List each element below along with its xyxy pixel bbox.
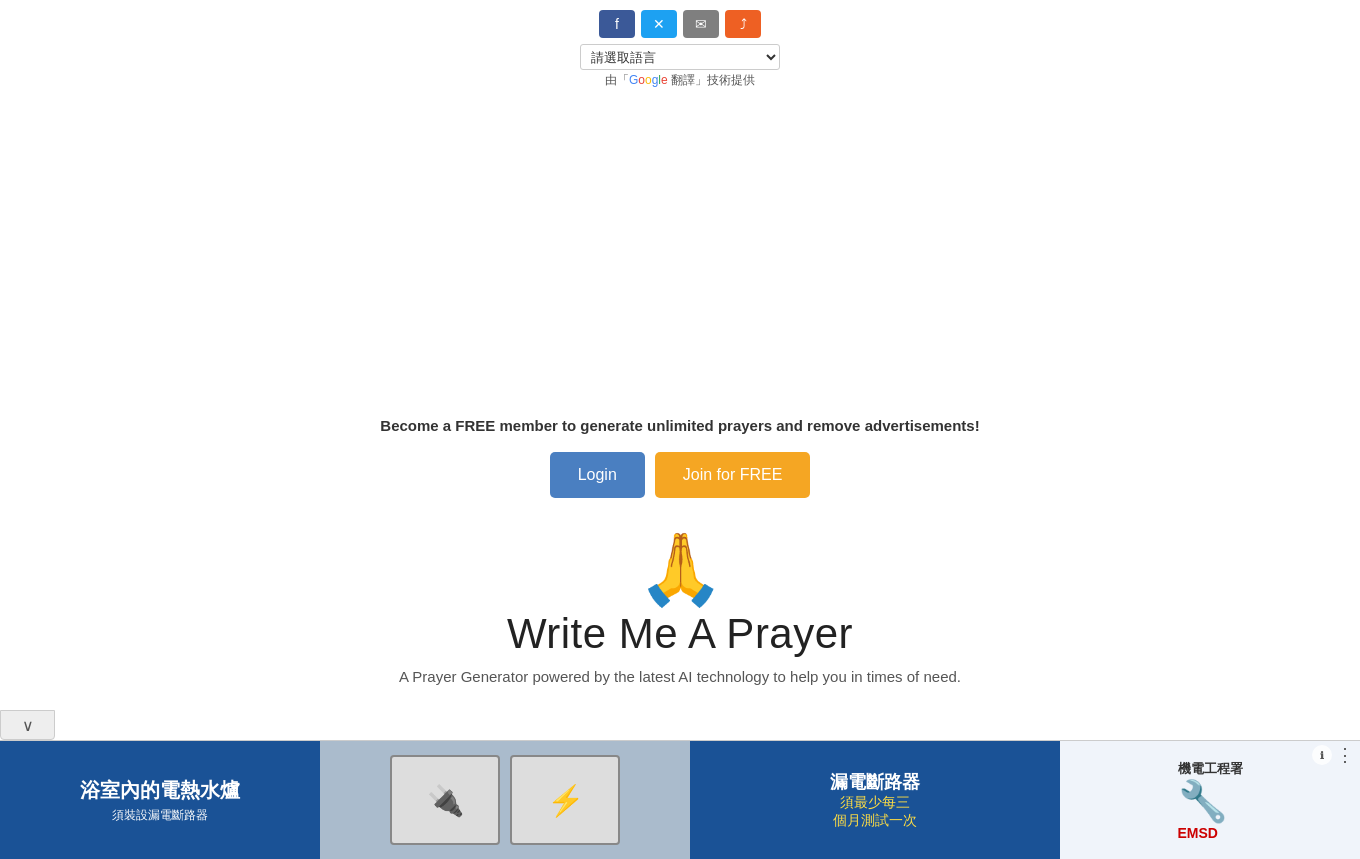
ad-gray-segment: 🔌 ⚡ bbox=[320, 741, 690, 859]
ad-left-segment: 浴室內的電熱水爐 須裝設漏電斷路器 bbox=[0, 741, 320, 859]
membership-section: Become a FREE member to generate unlimit… bbox=[0, 397, 1360, 514]
ad-left-sub: 須裝設漏電斷路器 bbox=[112, 807, 208, 824]
ad-left-line1: 浴室內的電熱水爐 bbox=[80, 779, 240, 801]
ad-right-sub1: 須最少每三 bbox=[840, 794, 910, 812]
credit-prefix: 由「 bbox=[605, 73, 629, 87]
language-select[interactable]: 請選取語言 bbox=[580, 44, 780, 70]
share-icon: ⤴ bbox=[740, 16, 747, 32]
heater-device-illustration: 🔌 bbox=[390, 755, 500, 845]
chevron-down-icon: ∨ bbox=[22, 716, 34, 735]
ad-left-line2: 須裝設漏電斷路器 bbox=[112, 808, 208, 822]
ad-dark-blue-segment: 漏電斷路器 須最少每三 個月測試一次 bbox=[690, 741, 1060, 859]
join-button[interactable]: Join for FREE bbox=[655, 452, 811, 498]
top-ad-area bbox=[0, 97, 1360, 397]
ad-brand-name: 機電工程署 bbox=[1178, 760, 1243, 778]
ad-brand-short: EMSD bbox=[1178, 825, 1243, 841]
twitter-icon: ✕ bbox=[653, 16, 665, 32]
ad-left-main: 浴室內的電熱水爐 bbox=[80, 777, 240, 803]
adchoices-icon[interactable]: ℹ bbox=[1312, 745, 1332, 765]
translate-credit: 由「Google 翻譯」技術提供 bbox=[605, 72, 755, 89]
prayer-section: 🙏 Write Me A Prayer A Prayer Generator p… bbox=[0, 514, 1360, 695]
prayer-emoji: 🙏 bbox=[0, 534, 1360, 604]
facebook-share-button[interactable]: f bbox=[599, 10, 635, 38]
email-share-button[interactable]: ✉ bbox=[683, 10, 719, 38]
ad-brand-container: 機電工程署 🔧 EMSD bbox=[1178, 760, 1243, 841]
email-icon: ✉ bbox=[695, 16, 707, 32]
facebook-icon: f bbox=[615, 16, 619, 32]
translate-bar: 請選取語言 由「Google 翻譯」技術提供 bbox=[0, 44, 1360, 97]
twitter-share-button[interactable]: ✕ bbox=[641, 10, 677, 38]
prayer-title: Write Me A Prayer bbox=[0, 610, 1360, 658]
social-share-bar: f ✕ ✉ ⤴ bbox=[0, 0, 1360, 44]
sharethis-button[interactable]: ⤴ bbox=[725, 10, 761, 38]
adchoices-more-icon[interactable]: ⋮ bbox=[1336, 745, 1354, 765]
collapse-button[interactable]: ∨ bbox=[0, 710, 55, 740]
panel-device-illustration: ⚡ bbox=[510, 755, 620, 845]
membership-prompt: Become a FREE member to generate unlimit… bbox=[0, 417, 1360, 434]
membership-buttons: Login Join for FREE bbox=[0, 452, 1360, 498]
login-button[interactable]: Login bbox=[550, 452, 645, 498]
bottom-ad-banner: 浴室內的電熱水爐 須裝設漏電斷路器 🔌 ⚡ 漏電斷路器 須最少每三 個月測試一次… bbox=[0, 740, 1360, 859]
ad-right-sub2: 個月測試一次 bbox=[833, 812, 917, 830]
emsd-logo: 🔧 bbox=[1178, 778, 1243, 825]
prayer-subtitle: A Prayer Generator powered by the latest… bbox=[0, 668, 1360, 685]
google-logo: Google 翻譯 bbox=[629, 73, 695, 87]
credit-suffix: 」技術提供 bbox=[695, 73, 755, 87]
ad-panel: 浴室內的電熱水爐 須裝設漏電斷路器 🔌 ⚡ 漏電斷路器 須最少每三 個月測試一次… bbox=[0, 741, 1360, 859]
ad-right-main: 漏電斷路器 bbox=[830, 770, 920, 794]
